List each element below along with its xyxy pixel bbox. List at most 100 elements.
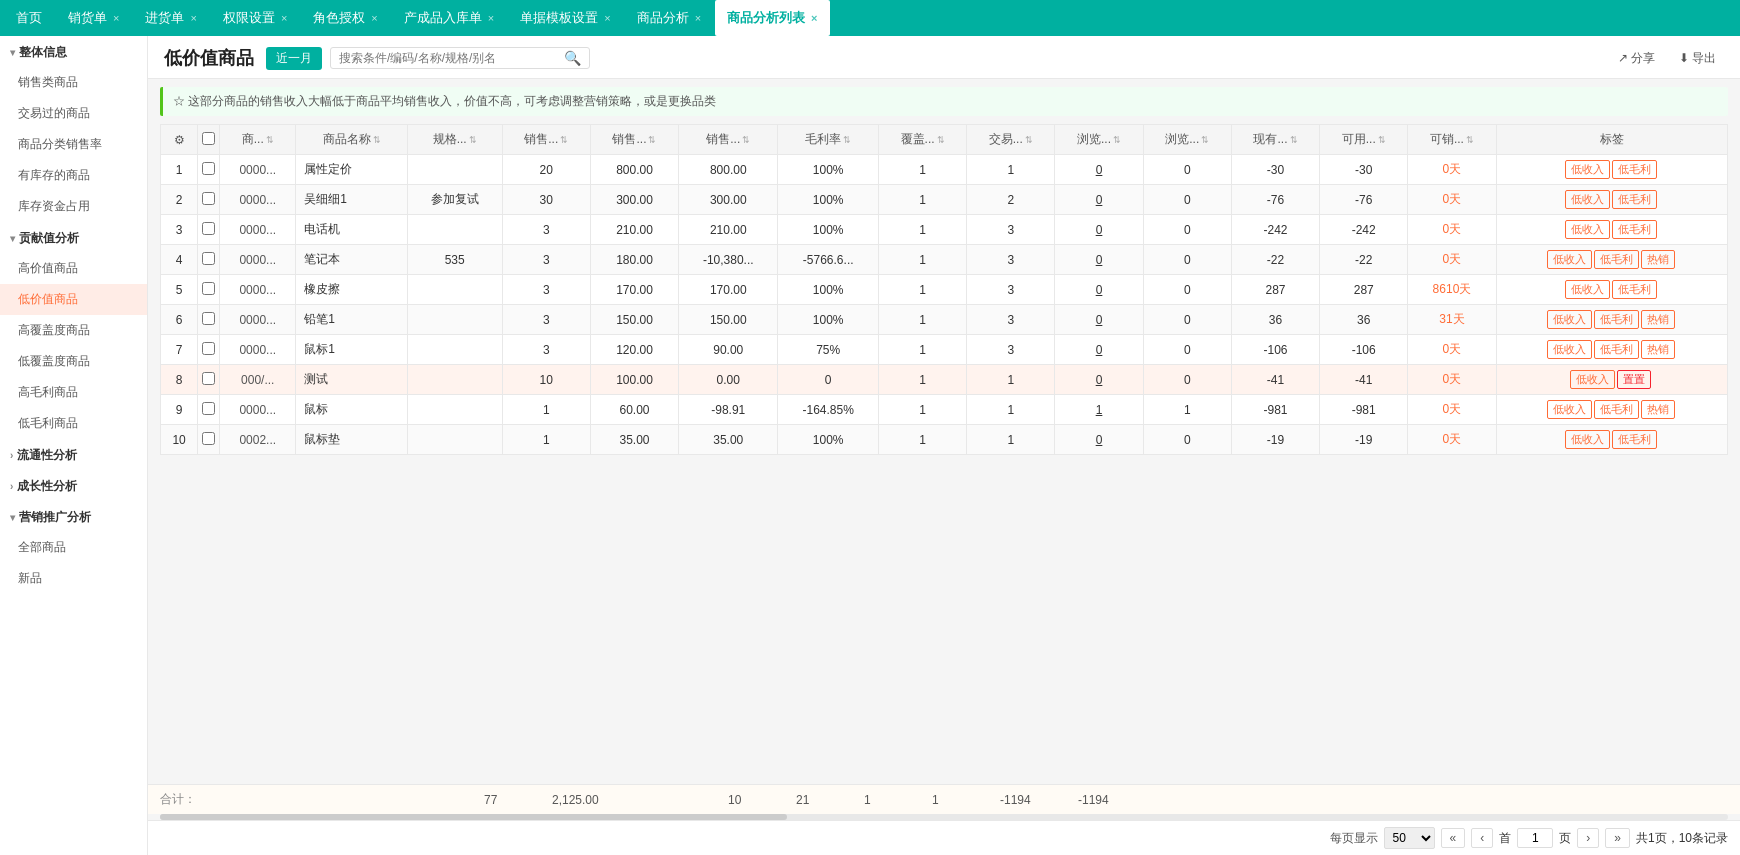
row-checkbox[interactable] (202, 222, 215, 235)
browse1-link[interactable]: 0 (1096, 433, 1103, 447)
nav-home[interactable]: 首页 (4, 0, 54, 36)
cell-checkbox[interactable] (198, 365, 220, 395)
page-size-select[interactable]: 50 100 200 (1384, 827, 1435, 849)
page-input[interactable] (1517, 828, 1553, 848)
cell-name: 属性定价 (296, 155, 408, 185)
cell-checkbox[interactable] (198, 305, 220, 335)
cell-browse1[interactable]: 0 (1055, 245, 1143, 275)
nav-product-storage[interactable]: 产成品入库单 × (392, 0, 506, 36)
cell-browse1[interactable]: 0 (1055, 425, 1143, 455)
col-code[interactable]: 商...⇅ (220, 125, 296, 155)
cell-checkbox[interactable] (198, 335, 220, 365)
col-spec[interactable]: 规格...⇅ (407, 125, 502, 155)
col-saleable[interactable]: 可销...⇅ (1408, 125, 1496, 155)
sidebar-group-liquidity[interactable]: › 流通性分析 (0, 439, 147, 470)
cell-browse1[interactable]: 0 (1055, 335, 1143, 365)
browse1-link[interactable]: 0 (1096, 283, 1103, 297)
browse1-link[interactable]: 0 (1096, 163, 1103, 177)
sidebar-item-high-margin[interactable]: 高毛利商品 (0, 377, 147, 408)
share-button[interactable]: ↗ 分享 (1610, 47, 1663, 70)
sidebar-item-stock-products[interactable]: 有库存的商品 (0, 160, 147, 191)
row-checkbox[interactable] (202, 402, 215, 415)
nav-sales[interactable]: 销货单 × (56, 0, 131, 36)
col-browse1[interactable]: 浏览...⇅ (1055, 125, 1143, 155)
cell-checkbox[interactable] (198, 275, 220, 305)
col-current[interactable]: 现有...⇅ (1231, 125, 1319, 155)
sidebar-item-sales-products[interactable]: 销售类商品 (0, 67, 147, 98)
browse1-link[interactable]: 0 (1096, 253, 1103, 267)
browse1-link[interactable]: 0 (1096, 343, 1103, 357)
cell-checkbox[interactable] (198, 155, 220, 185)
sidebar-group-contribution[interactable]: ▾ 贡献值分析 (0, 222, 147, 253)
last-page-btn[interactable]: » (1605, 828, 1630, 848)
row-checkbox[interactable] (202, 432, 215, 445)
nav-permissions[interactable]: 权限设置 × (211, 0, 299, 36)
sidebar-item-low-coverage[interactable]: 低覆盖度商品 (0, 346, 147, 377)
sidebar: ▾ 整体信息 销售类商品 交易过的商品 商品分类销售率 有库存的商品 库存资金占… (0, 36, 148, 855)
cell-checkbox[interactable] (198, 185, 220, 215)
browse1-link[interactable]: 0 (1096, 193, 1103, 207)
nav-purchase[interactable]: 进货单 × (133, 0, 208, 36)
browse1-link[interactable]: 0 (1096, 373, 1103, 387)
nav-role-auth[interactable]: 角色授权 × (301, 0, 389, 36)
nav-product-analysis[interactable]: 商品分析 × (625, 0, 713, 36)
col-coverage[interactable]: 覆盖...⇅ (878, 125, 966, 155)
sidebar-item-low-value[interactable]: 低价值商品 (0, 284, 147, 315)
row-checkbox[interactable] (202, 282, 215, 295)
nav-product-analysis-list[interactable]: 商品分析列表 × (715, 0, 829, 36)
sidebar-item-all-products[interactable]: 全部商品 (0, 532, 147, 563)
col-settings[interactable]: ⚙ (161, 125, 198, 155)
col-available[interactable]: 可用...⇅ (1320, 125, 1408, 155)
row-checkbox[interactable] (202, 252, 215, 265)
row-checkbox[interactable] (202, 192, 215, 205)
cell-browse1[interactable]: 0 (1055, 155, 1143, 185)
col-name[interactable]: 商品名称⇅ (296, 125, 408, 155)
col-sales-amount[interactable]: 销售...⇅ (590, 125, 678, 155)
sidebar-item-high-value[interactable]: 高价值商品 (0, 253, 147, 284)
cell-checkbox[interactable] (198, 215, 220, 245)
prev-page-btn[interactable]: ‹ (1471, 828, 1493, 848)
cell-browse1[interactable]: 0 (1055, 215, 1143, 245)
row-checkbox[interactable] (202, 162, 215, 175)
select-all-checkbox[interactable] (202, 132, 215, 145)
col-sales-xxx[interactable]: 销售...⇅ (679, 125, 778, 155)
sidebar-item-new-products[interactable]: 新品 (0, 563, 147, 594)
cell-browse1[interactable]: 0 (1055, 185, 1143, 215)
cell-browse1[interactable]: 1 (1055, 395, 1143, 425)
sidebar-item-low-margin[interactable]: 低毛利商品 (0, 408, 147, 439)
browse1-link[interactable]: 1 (1096, 403, 1103, 417)
sidebar-item-category-sales-rate[interactable]: 商品分类销售率 (0, 129, 147, 160)
row-checkbox[interactable] (202, 312, 215, 325)
col-gross-rate[interactable]: 毛利率⇅ (778, 125, 878, 155)
sidebar-group-overall[interactable]: ▾ 整体信息 (0, 36, 147, 67)
next-page-btn[interactable]: › (1577, 828, 1599, 848)
col-browse2[interactable]: 浏览...⇅ (1143, 125, 1231, 155)
cell-browse1[interactable]: 0 (1055, 275, 1143, 305)
sidebar-item-inventory-capital[interactable]: 库存资金占用 (0, 191, 147, 222)
sidebar-group-growth[interactable]: › 成长性分析 (0, 470, 147, 501)
row-checkbox[interactable] (202, 342, 215, 355)
export-button[interactable]: ⬇ 导出 (1671, 47, 1724, 70)
search-input[interactable] (339, 51, 564, 65)
col-sales-qty[interactable]: 销售...⇅ (502, 125, 590, 155)
col-checkbox[interactable] (198, 125, 220, 155)
search-icon[interactable]: 🔍 (564, 50, 581, 66)
first-page-btn[interactable]: « (1441, 828, 1466, 848)
period-button[interactable]: 近一月 (266, 47, 322, 70)
cell-checkbox[interactable] (198, 425, 220, 455)
cell-checkbox[interactable] (198, 395, 220, 425)
cell-browse1[interactable]: 0 (1055, 365, 1143, 395)
sidebar-group-marketing[interactable]: ▾ 营销推广分析 (0, 501, 147, 532)
table-container[interactable]: ⚙ 商...⇅ 商品名称⇅ 规格...⇅ 销售...⇅ 销售...⇅ 销售...… (148, 124, 1740, 784)
browse1-link[interactable]: 0 (1096, 223, 1103, 237)
nav-template-settings[interactable]: 单据模板设置 × (508, 0, 622, 36)
col-tags[interactable]: 标签 (1496, 125, 1727, 155)
row-checkbox[interactable] (202, 372, 215, 385)
col-trade[interactable]: 交易...⇅ (967, 125, 1055, 155)
cell-coverage: 1 (878, 185, 966, 215)
sidebar-item-high-coverage[interactable]: 高覆盖度商品 (0, 315, 147, 346)
cell-checkbox[interactable] (198, 245, 220, 275)
browse1-link[interactable]: 0 (1096, 313, 1103, 327)
sidebar-item-traded-products[interactable]: 交易过的商品 (0, 98, 147, 129)
cell-browse1[interactable]: 0 (1055, 305, 1143, 335)
